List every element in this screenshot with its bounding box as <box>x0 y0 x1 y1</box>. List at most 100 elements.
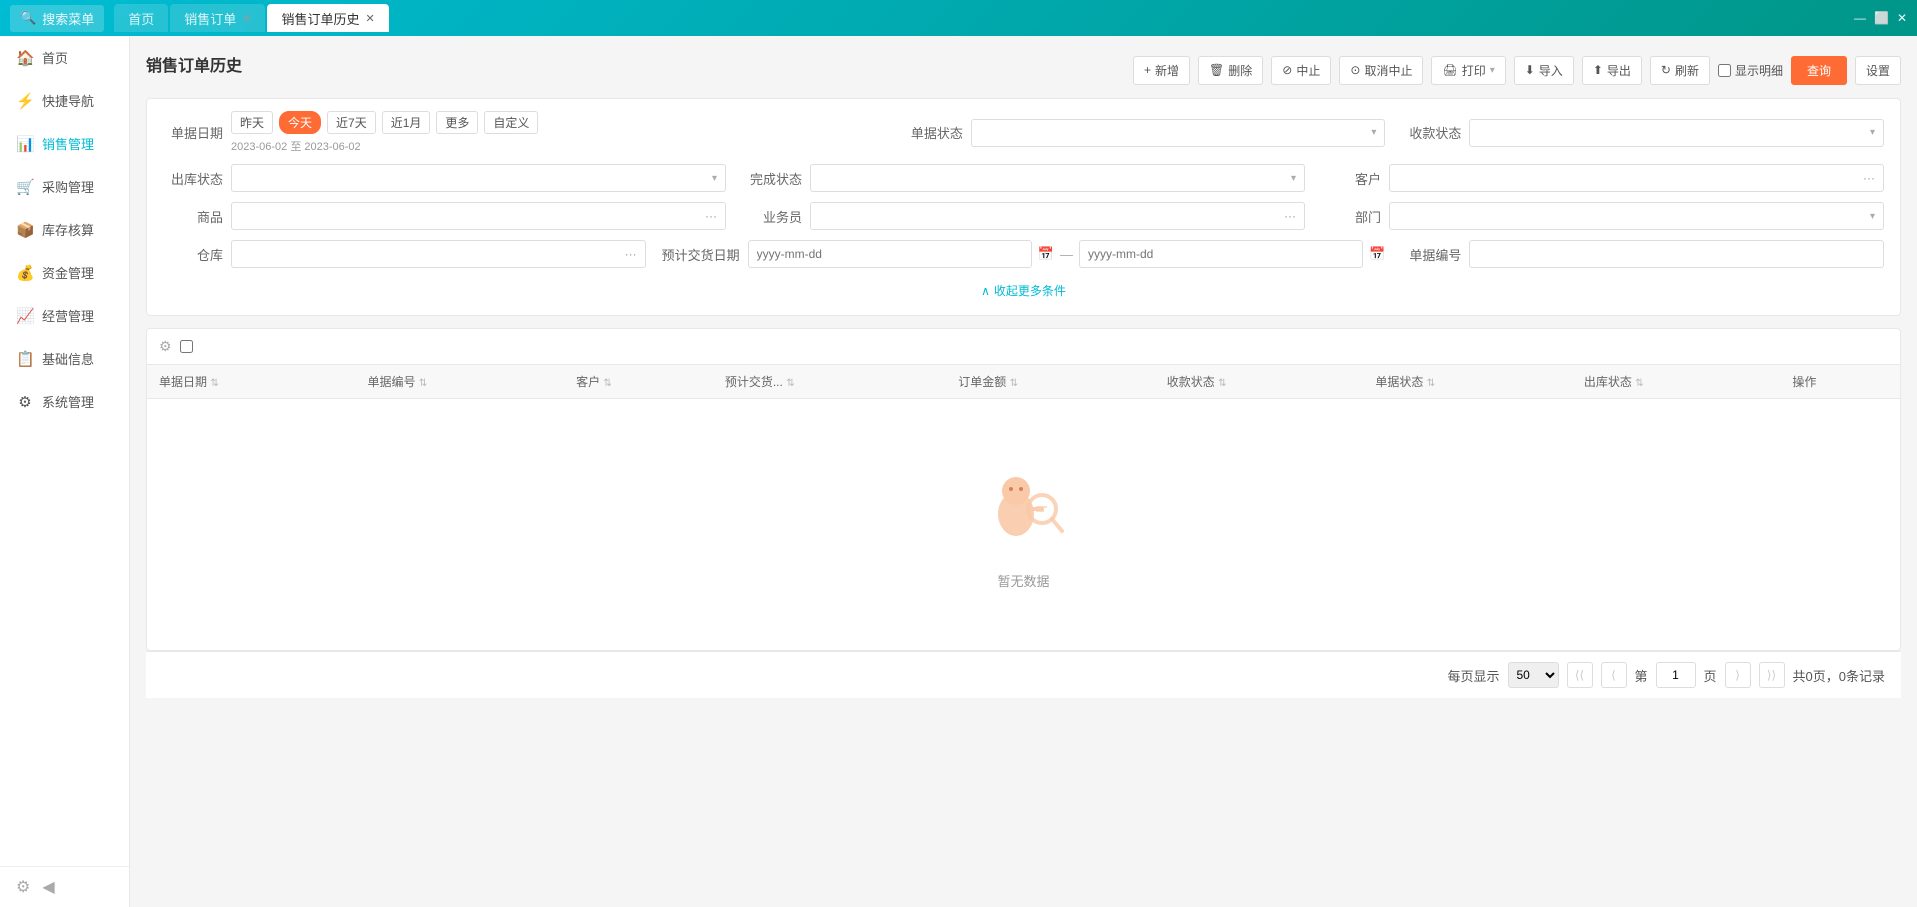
sidebar-item-finance-label: 资金管理 <box>42 263 94 282</box>
cancel-stop-button[interactable]: ⊙ 取消中止 <box>1339 56 1423 85</box>
col-payment-status-sort-icon[interactable]: ⇅ <box>1218 378 1226 389</box>
tab-sales-order[interactable]: 销售订单 ✕ <box>170 4 265 32</box>
col-out-status-sort-icon[interactable]: ⇅ <box>1635 378 1643 389</box>
col-date-sort-icon[interactable]: ⇅ <box>210 378 218 389</box>
add-button[interactable]: + 新增 <box>1133 56 1190 85</box>
tab-sales-order-history-label: 销售订单历史 <box>281 9 359 28</box>
col-expected-delivery-sort-icon[interactable]: ⇅ <box>786 378 794 389</box>
bill-no-input[interactable] <box>1469 240 1884 268</box>
goods-select[interactable]: ··· <box>231 202 726 230</box>
col-payment-status: 收款状态 ⇅ <box>1155 365 1364 399</box>
page-label: 页 <box>1704 666 1717 685</box>
date-filter-btns: 昨天 今天 近7天 近1月 更多 自定义 <box>231 111 538 134</box>
refresh-button[interactable]: ↻ 刷新 <box>1650 56 1710 85</box>
date-btn-yesterday[interactable]: 昨天 <box>231 111 273 134</box>
sidebar-item-sales[interactable]: 📊 销售管理 <box>0 122 129 165</box>
tab-sales-order-history[interactable]: 销售订单历史 ✕ <box>267 4 388 32</box>
salesman-dots-icon[interactable]: ··· <box>1284 209 1296 223</box>
dept-select[interactable]: ▾ <box>1389 202 1884 230</box>
collapse-btn[interactable]: ∧ 收起更多条件 <box>981 282 1066 299</box>
col-bill-no-sort-icon[interactable]: ⇅ <box>419 378 427 389</box>
restore-btn[interactable]: ⬜ <box>1874 11 1889 25</box>
last-page-btn[interactable]: ⟩⟩ <box>1759 662 1785 688</box>
date-btn-more[interactable]: 更多 <box>436 111 478 134</box>
empty-state: 暂无数据 <box>147 399 1900 650</box>
tab-home[interactable]: 首页 <box>114 4 168 32</box>
warehouse-dots-icon[interactable]: ··· <box>625 247 637 261</box>
bill-status-select[interactable]: ▾ <box>971 119 1386 147</box>
refresh-label: 刷新 <box>1675 62 1699 79</box>
col-amount-label: 订单金额 <box>958 375 1006 389</box>
main-layout: 🏠 首页 ⚡ 快捷导航 📊 销售管理 🛒 采购管理 📦 库存核算 💰 资金管理 … <box>0 36 1917 907</box>
print-button[interactable]: 🖨 打印 ▾ <box>1431 56 1505 85</box>
calendar-from-icon[interactable]: 📅 <box>1038 246 1054 262</box>
filter-bill-status: 单据状态 ▾ <box>903 119 1386 147</box>
expected-date-to-input[interactable] <box>1079 240 1363 268</box>
sidebar-item-sys[interactable]: ⚙ 系统管理 <box>0 380 129 423</box>
payment-status-select[interactable]: ▾ <box>1469 119 1884 147</box>
filter-row-3: 商品 ··· 业务员 ··· 部门 ▾ <box>163 202 1884 230</box>
first-page-btn[interactable]: ⟨⟨ <box>1567 662 1593 688</box>
tab-sales-order-label: 销售订单 <box>184 9 236 28</box>
complete-status-select[interactable]: ▾ <box>810 164 1305 192</box>
per-page-select[interactable]: 50 100 200 <box>1508 662 1559 688</box>
sidebar-item-purchase[interactable]: 🛒 采购管理 <box>0 165 129 208</box>
out-status-select[interactable]: ▾ <box>231 164 726 192</box>
filter-row-4: 仓库 ··· 预计交货日期 📅 — 📅 单据编号 <box>163 240 1884 268</box>
page-number-input[interactable] <box>1656 662 1696 688</box>
empty-illustration <box>974 459 1074 559</box>
date-btn-custom[interactable]: 自定义 <box>484 111 538 134</box>
customer-select[interactable]: ··· <box>1389 164 1884 192</box>
sidebar-item-quick-nav[interactable]: ⚡ 快捷导航 <box>0 79 129 122</box>
col-amount-sort-icon[interactable]: ⇅ <box>1010 378 1018 389</box>
sidebar-item-home[interactable]: 🏠 首页 <box>0 36 129 79</box>
close-btn[interactable]: ✕ <box>1897 11 1907 25</box>
sidebar-item-basic-info-label: 基础信息 <box>42 349 94 368</box>
expected-date-from-input[interactable] <box>748 240 1032 268</box>
customer-dots-icon[interactable]: ··· <box>1863 171 1875 185</box>
date-btn-today[interactable]: 今天 <box>279 111 321 134</box>
payment-status-label: 收款状态 <box>1401 123 1461 142</box>
show-detail-checkbox-label[interactable]: 显示明细 <box>1718 62 1783 79</box>
sidebar-item-basic-info[interactable]: 📋 基础信息 <box>0 337 129 380</box>
date-btn-1month[interactable]: 近1月 <box>382 111 431 134</box>
filter-area: 单据日期 昨天 今天 近7天 近1月 更多 自定义 2023-06-02 <box>146 98 1901 316</box>
collapse-label: 收起更多条件 <box>994 282 1066 299</box>
query-button[interactable]: 查询 <box>1791 56 1847 85</box>
col-customer: 客户 ⇅ <box>564 365 713 399</box>
sidebar-item-home-label: 首页 <box>42 48 68 67</box>
data-table: 单据日期 ⇅ 单据编号 ⇅ 客户 ⇅ 预计交货... <box>147 365 1900 399</box>
total-records-label: 共0页，0条记录 <box>1793 666 1885 685</box>
tab-home-label: 首页 <box>128 9 154 28</box>
export-button[interactable]: ⬆ 导出 <box>1582 56 1642 85</box>
sidebar-item-inventory[interactable]: 📦 库存核算 <box>0 208 129 251</box>
print-arrow-icon: ▾ <box>1490 65 1495 76</box>
settings-button[interactable]: 设置 <box>1855 56 1901 85</box>
sidebar-item-operation[interactable]: 📈 经营管理 <box>0 294 129 337</box>
table-select-all-checkbox[interactable] <box>180 340 193 353</box>
goods-dots-icon[interactable]: ··· <box>705 209 717 223</box>
prev-page-btn[interactable]: ⟨ <box>1601 662 1627 688</box>
minimize-btn[interactable]: — <box>1854 11 1866 25</box>
next-page-btn[interactable]: ⟩ <box>1725 662 1751 688</box>
import-button[interactable]: ⬇ 导入 <box>1514 56 1574 85</box>
tab-sales-order-history-close[interactable]: ✕ <box>365 12 374 25</box>
export-icon: ⬆ <box>1593 63 1603 77</box>
filter-payment-status: 收款状态 ▾ <box>1401 119 1884 147</box>
sidebar-settings-icon[interactable]: ⚙ <box>16 877 30 897</box>
table-settings-icon[interactable]: ⚙ <box>159 338 172 355</box>
show-detail-checkbox[interactable] <box>1718 64 1731 77</box>
sidebar-collapse-icon[interactable]: ◀ <box>42 877 54 897</box>
calendar-to-icon[interactable]: 📅 <box>1369 246 1385 262</box>
show-detail-label: 显示明细 <box>1735 62 1783 79</box>
sidebar-item-finance[interactable]: 💰 资金管理 <box>0 251 129 294</box>
col-customer-sort-icon[interactable]: ⇅ <box>603 378 611 389</box>
search-menu-btn[interactable]: 🔍 搜索菜单 <box>10 5 104 32</box>
warehouse-select[interactable]: ··· <box>231 240 646 268</box>
date-btn-7days[interactable]: 近7天 <box>327 111 376 134</box>
tab-sales-order-close[interactable]: ✕ <box>242 12 251 25</box>
delete-button[interactable]: 🗑 删除 <box>1198 56 1263 85</box>
salesman-select[interactable]: ··· <box>810 202 1305 230</box>
stop-button[interactable]: ⊘ 中止 <box>1271 56 1331 85</box>
col-bill-status-sort-icon[interactable]: ⇅ <box>1427 378 1435 389</box>
